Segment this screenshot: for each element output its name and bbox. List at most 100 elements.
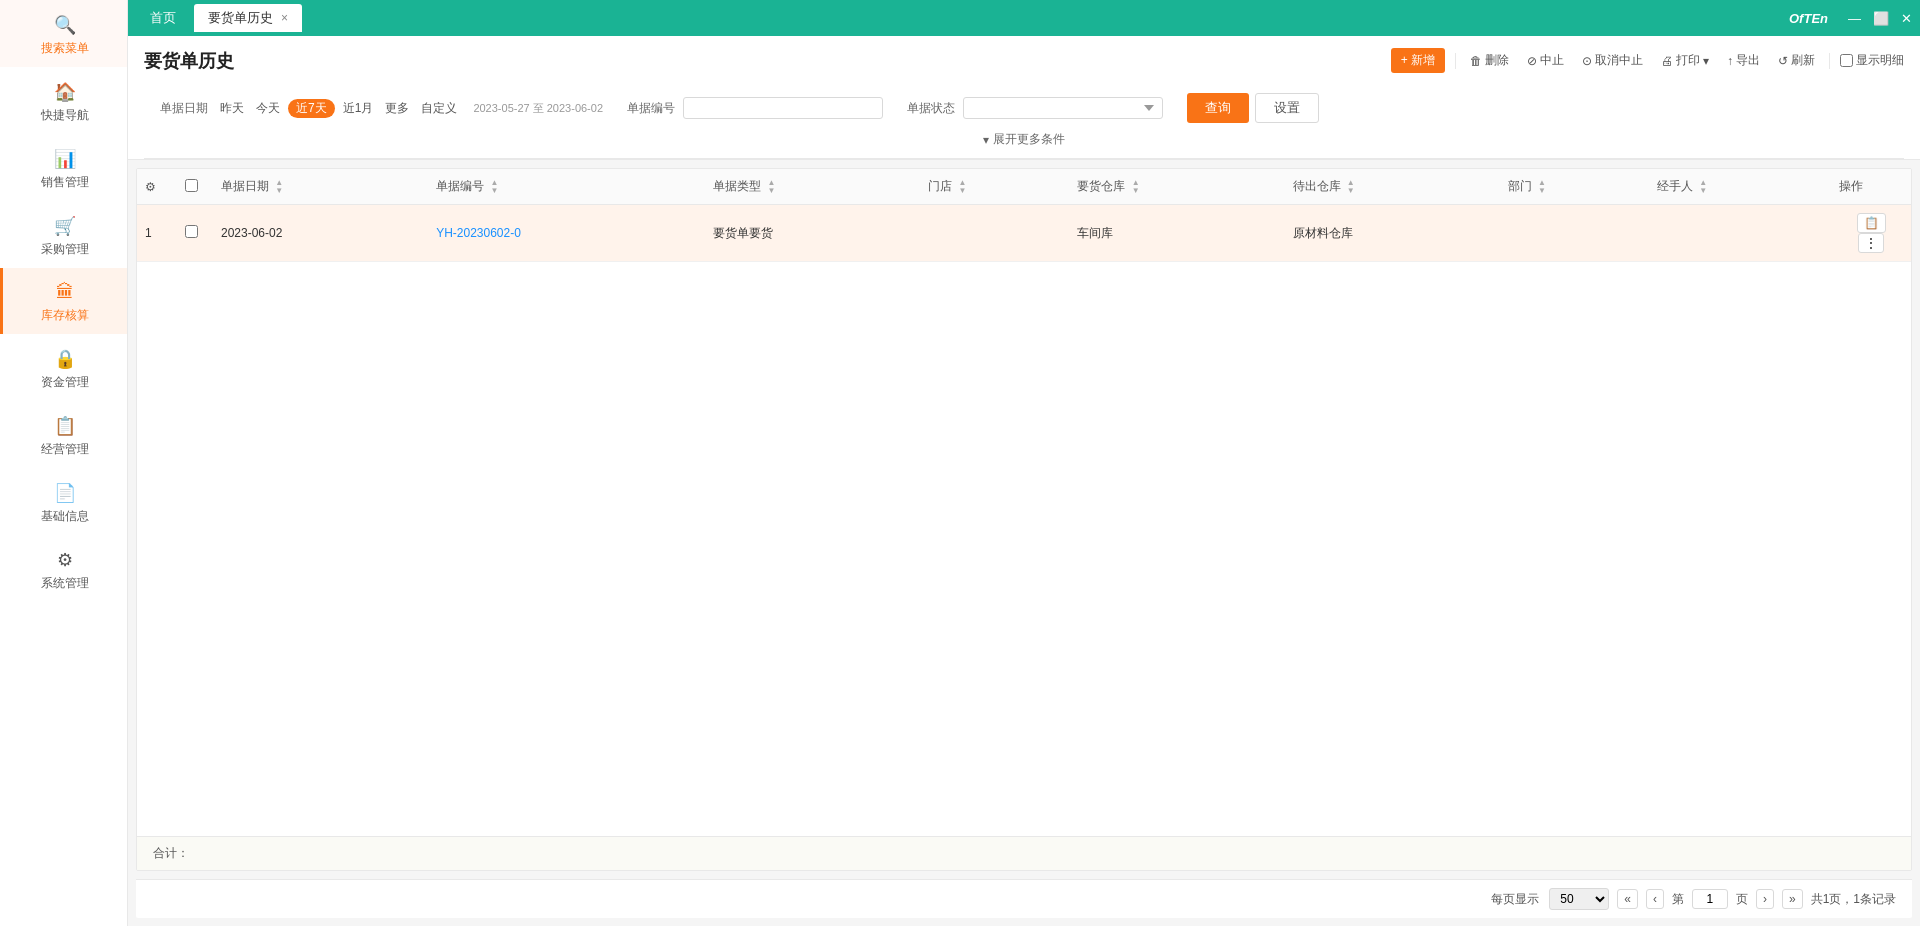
first-page-btn[interactable]: « [1617, 889, 1638, 909]
date-shortcut-last7days[interactable]: 近7天 [288, 99, 335, 118]
show-detail-button[interactable]: 显示明细 [1840, 52, 1904, 69]
minimize-btn[interactable]: — [1848, 11, 1861, 26]
status-select[interactable]: 草稿 已审批 中止 [963, 97, 1163, 119]
sidebar-item-label: 经营管理 [41, 441, 89, 458]
row-index: 1 [137, 205, 177, 262]
sidebar-item-search-menu[interactable]: 🔍 搜索菜单 [0, 0, 127, 67]
search-menu-icon: 🔍 [54, 14, 76, 36]
sidebar-item-label: 快捷导航 [41, 107, 89, 124]
row-department [1500, 205, 1649, 262]
date-shortcut-custom[interactable]: 自定义 [417, 99, 461, 118]
col-req-warehouse[interactable]: 要货仓库 ▲▼ [1069, 169, 1284, 205]
sidebar-item-base-info[interactable]: 📄 基础信息 [0, 468, 127, 535]
col-pending-warehouse[interactable]: 待出仓库 ▲▼ [1285, 169, 1500, 205]
refresh-button[interactable]: ↺ 刷新 [1774, 49, 1819, 72]
close-btn[interactable]: ✕ [1901, 11, 1912, 26]
toolbar: + 新增 🗑 删除 ⊘ 中止 ⊙ 取消中止 [1391, 48, 1904, 73]
expand-more-btn[interactable]: ▾ 展开更多条件 [160, 131, 1888, 148]
setting-button[interactable]: 设置 [1255, 93, 1319, 123]
page-title: 要货单历史 [144, 49, 234, 73]
export-button[interactable]: ↑ 导出 [1723, 49, 1764, 72]
tab-close-icon[interactable]: × [281, 11, 288, 25]
col-settings[interactable]: ⚙ [137, 169, 177, 205]
date-shortcut-yesterday[interactable]: 昨天 [216, 99, 248, 118]
sort-arrows-date: ▲▼ [275, 179, 283, 195]
sidebar-item-finance[interactable]: 🔒 资金管理 [0, 334, 127, 401]
order-no-link[interactable]: YH-20230602-0 [436, 226, 521, 240]
row-checkbox[interactable] [185, 225, 198, 238]
print-button[interactable]: 🖨 打印 ▾ [1657, 49, 1713, 72]
row-more-btn[interactable]: ⋮ [1858, 233, 1884, 253]
sales-icon: 📊 [54, 148, 76, 170]
page-num-input[interactable] [1692, 889, 1728, 909]
sort-arrows-order-no: ▲▼ [490, 179, 498, 195]
sidebar-item-operations[interactable]: 📋 经营管理 [0, 401, 127, 468]
action-buttons: 查询 设置 [1187, 93, 1319, 123]
tab-home-label: 首页 [150, 9, 176, 27]
col-checkbox [177, 169, 213, 205]
show-detail-checkbox[interactable] [1840, 54, 1853, 67]
table-row: 1 2023-06-02 YH-20230602-0 要货单要货 车间库 [137, 205, 1911, 262]
date-label: 单据日期 [160, 100, 208, 117]
table-scroll[interactable]: ⚙ 单据日期 ▲▼ 单据编号 ▲▼ [137, 169, 1911, 836]
total-info: 共1页，1条记录 [1811, 891, 1896, 908]
sort-arrows-handler: ▲▼ [1699, 179, 1707, 195]
stop-button[interactable]: ⊘ 中止 [1523, 49, 1568, 72]
cancel-stop-icon: ⊙ [1582, 54, 1592, 68]
col-order-no[interactable]: 单据编号 ▲▼ [428, 169, 705, 205]
table-area: ⚙ 单据日期 ▲▼ 单据编号 ▲▼ [136, 168, 1912, 871]
quick-nav-icon: 🏠 [54, 81, 76, 103]
col-handler[interactable]: 经手人 ▲▼ [1649, 169, 1831, 205]
col-order-type[interactable]: 单据类型 ▲▼ [705, 169, 920, 205]
pagination-bar: 每页显示 10 20 50 100 « ‹ 第 页 › » 共1页，1条记录 [136, 879, 1912, 918]
row-pending-warehouse: 原材料仓库 [1285, 205, 1500, 262]
expand-arrow-icon: ▾ [983, 133, 989, 147]
query-button[interactable]: 查询 [1187, 93, 1249, 123]
col-department[interactable]: 部门 ▲▼ [1500, 169, 1649, 205]
sidebar-item-inventory[interactable]: 🏛 库存核算 [0, 268, 127, 334]
per-page-select[interactable]: 10 20 50 100 [1549, 888, 1609, 910]
col-operation: 操作 [1831, 169, 1911, 205]
sort-arrows-pending-warehouse: ▲▼ [1347, 179, 1355, 195]
base-info-icon: 📄 [54, 482, 76, 504]
last-page-btn[interactable]: » [1782, 889, 1803, 909]
page-prefix-label: 第 [1672, 891, 1684, 908]
delete-button[interactable]: 🗑 删除 [1466, 49, 1513, 72]
next-page-btn[interactable]: › [1756, 889, 1774, 909]
new-button[interactable]: + 新增 [1391, 48, 1445, 73]
page-title-row: 要货单历史 + 新增 🗑 删除 ⊘ 中止 ⊙ [144, 48, 1904, 73]
row-view-btn[interactable]: 📋 [1857, 213, 1886, 233]
sidebar-item-label: 库存核算 [41, 307, 89, 324]
date-shortcut-more[interactable]: 更多 [381, 99, 413, 118]
print-dropdown-icon: ▾ [1703, 54, 1709, 68]
sidebar-item-sales[interactable]: 📊 销售管理 [0, 134, 127, 201]
page-content: 要货单历史 + 新增 🗑 删除 ⊘ 中止 ⊙ [128, 36, 1920, 926]
sidebar-item-label: 搜索菜单 [41, 40, 89, 57]
sort-arrows-store: ▲▼ [959, 179, 967, 195]
sidebar-item-system[interactable]: ⚙ 系统管理 [0, 535, 127, 602]
sidebar-item-purchase[interactable]: 🛒 采购管理 [0, 201, 127, 268]
export-icon: ↑ [1727, 54, 1733, 68]
filter-row-1: 单据日期 昨天 今天 近7天 近1月 更多 自定义 2023-05-27 至 2… [160, 93, 1888, 123]
order-no-input[interactable] [683, 97, 883, 119]
date-shortcut-last1month[interactable]: 近1月 [339, 99, 378, 118]
date-range-text: 2023-05-27 至 2023-06-02 [473, 101, 603, 116]
sidebar-item-quick-nav[interactable]: 🏠 快捷导航 [0, 67, 127, 134]
col-date[interactable]: 单据日期 ▲▼ [213, 169, 428, 205]
select-all-checkbox[interactable] [185, 179, 198, 192]
delete-label: 删除 [1485, 52, 1509, 69]
tab-home[interactable]: 首页 [136, 4, 190, 32]
tab-requisition-history[interactable]: 要货单历史 × [194, 4, 302, 32]
per-page-label: 每页显示 [1491, 891, 1539, 908]
row-store [920, 205, 1069, 262]
refresh-label: 刷新 [1791, 52, 1815, 69]
filter-group-status: 单据状态 草稿 已审批 中止 [907, 97, 1163, 119]
cancel-stop-button[interactable]: ⊙ 取消中止 [1578, 49, 1647, 72]
row-req-warehouse: 车间库 [1069, 205, 1284, 262]
inventory-icon: 🏛 [56, 282, 74, 303]
col-store[interactable]: 门店 ▲▼ [920, 169, 1069, 205]
print-icon: 🖨 [1661, 54, 1673, 68]
maximize-btn[interactable]: ⬜ [1873, 11, 1889, 26]
prev-page-btn[interactable]: ‹ [1646, 889, 1664, 909]
date-shortcut-today[interactable]: 今天 [252, 99, 284, 118]
